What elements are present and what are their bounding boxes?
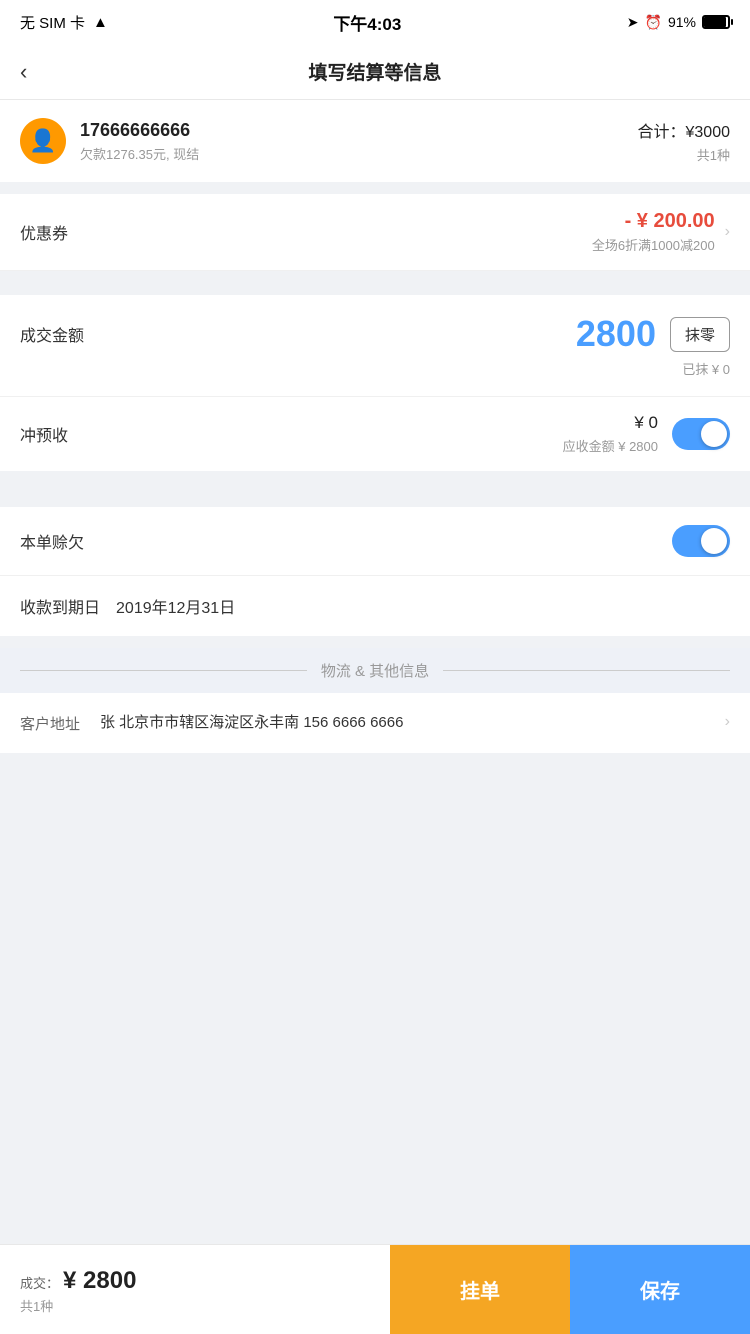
status-left: 无 SIM 卡 ▲ — [20, 12, 108, 33]
logistics-header: 物流 & 其他信息 — [0, 648, 750, 693]
bottom-amount: ¥ 2800 — [63, 1267, 136, 1295]
carrier-text: 无 SIM 卡 — [20, 12, 85, 33]
credit-label: 本单赊欠 — [20, 529, 84, 553]
customer-total: 合计：¥3000 — [638, 118, 731, 142]
customer-info: 17666666666 欠款1276.35元, 现结 — [80, 120, 199, 163]
status-right: ➤ ⏰ 91% — [627, 14, 730, 31]
transaction-section: 成交金额 2800 抹零 已抹 ¥ 0 冲预收 ¥ 0 应收金额 ¥ 2800 — [0, 295, 750, 471]
round-button[interactable]: 抹零 — [670, 317, 730, 352]
prepay-sub: 应收金额 ¥ 2800 — [563, 436, 658, 455]
due-date-row: 收款到期日 2019年12月31日 — [0, 575, 750, 636]
bottom-summary-line: 成交： ¥ 2800 — [20, 1265, 370, 1295]
credit-section: 本单赊欠 收款到期日 2019年12月31日 — [0, 507, 750, 636]
coupon-section: 优惠券 - ¥ 200.00 全场6折满1000减200 › — [0, 194, 750, 271]
logistics-text: 物流 & 其他信息 — [321, 660, 429, 681]
avatar: 👤 — [20, 118, 66, 164]
credit-row: 本单赊欠 — [0, 507, 750, 575]
location-icon: ➤ — [627, 14, 639, 31]
prepay-toggle[interactable] — [672, 418, 730, 450]
coupon-right: - ¥ 200.00 全场6折满1000减200 › — [592, 210, 730, 254]
alarm-icon: ⏰ — [645, 14, 662, 31]
prepay-right: ¥ 0 应收金额 ¥ 2800 — [563, 413, 730, 455]
divider-2 — [0, 483, 750, 495]
address-value: 张 北京市市辖区海淀区永丰南 156 6666 6666 — [100, 711, 725, 735]
bottom-summary: 成交： ¥ 2800 共1种 — [0, 1245, 390, 1334]
prepay-row: 冲预收 ¥ 0 应收金额 ¥ 2800 — [0, 396, 750, 471]
back-button[interactable]: ‹ — [20, 59, 27, 85]
customer-phone: 17666666666 — [80, 120, 199, 141]
customer-sub-info: 欠款1276.35元, 现结 — [80, 144, 199, 163]
transaction-amount: 2800 — [576, 313, 656, 355]
customer-count: 共1种 — [638, 145, 731, 164]
bottom-total-label: 成交： — [20, 1273, 59, 1292]
pending-button[interactable]: 挂单 — [390, 1245, 570, 1334]
status-bar: 无 SIM 卡 ▲ 下午4:03 ➤ ⏰ 91% — [0, 0, 750, 44]
customer-left: 👤 17666666666 欠款1276.35元, 现结 — [20, 118, 199, 164]
coupon-amount: - ¥ 200.00 — [592, 210, 715, 233]
coupon-info: - ¥ 200.00 全场6折满1000减200 — [592, 210, 715, 254]
prepay-label: 冲预收 — [20, 422, 68, 446]
logistics-line-left — [20, 670, 307, 671]
divider-1 — [0, 283, 750, 295]
coupon-label: 优惠券 — [20, 220, 68, 244]
battery-bar — [702, 15, 730, 29]
coupon-desc: 全场6折满1000减200 — [592, 235, 715, 254]
prepay-amount: ¥ 0 — [563, 413, 658, 433]
amount-row: 成交金额 2800 抹零 — [20, 313, 730, 355]
status-time: 下午4:03 — [333, 10, 401, 35]
transaction-amount-row: 成交金额 2800 抹零 已抹 ¥ 0 — [0, 295, 750, 396]
bottom-bar: 成交： ¥ 2800 共1种 挂单 保存 — [0, 1244, 750, 1334]
battery-text: 91% — [668, 14, 696, 30]
chevron-right-icon: › — [725, 223, 730, 241]
address-label: 客户地址 — [20, 713, 100, 734]
avatar-icon: 👤 — [29, 128, 56, 154]
address-row[interactable]: 客户地址 张 北京市市辖区海淀区永丰南 156 6666 6666 › — [0, 693, 750, 753]
amount-right: 2800 抹零 — [576, 313, 730, 355]
customer-row: 👤 17666666666 欠款1276.35元, 现结 合计：¥3000 共1… — [0, 100, 750, 182]
wifi-icon: ▲ — [93, 14, 108, 31]
coupon-row[interactable]: 优惠券 - ¥ 200.00 全场6折满1000减200 › — [0, 194, 750, 271]
content: 👤 17666666666 欠款1276.35元, 现结 合计：¥3000 共1… — [0, 100, 750, 855]
logistics-line-right — [443, 670, 730, 671]
save-button[interactable]: 保存 — [570, 1245, 750, 1334]
prepay-info: ¥ 0 应收金额 ¥ 2800 — [563, 413, 658, 455]
battery-fill — [704, 17, 726, 27]
transaction-label: 成交金额 — [20, 322, 84, 346]
due-date-label: 收款到期日 — [20, 594, 100, 618]
page-title: 填写结算等信息 — [308, 58, 441, 85]
customer-right: 合计：¥3000 共1种 — [638, 118, 731, 164]
transaction-sub: 已抹 ¥ 0 — [20, 359, 730, 378]
due-date-value: 2019年12月31日 — [116, 594, 235, 618]
bottom-count: 共1种 — [20, 1296, 370, 1315]
credit-toggle[interactable] — [672, 525, 730, 557]
address-chevron-icon: › — [725, 713, 730, 731]
nav-bar: ‹ 填写结算等信息 — [0, 44, 750, 100]
